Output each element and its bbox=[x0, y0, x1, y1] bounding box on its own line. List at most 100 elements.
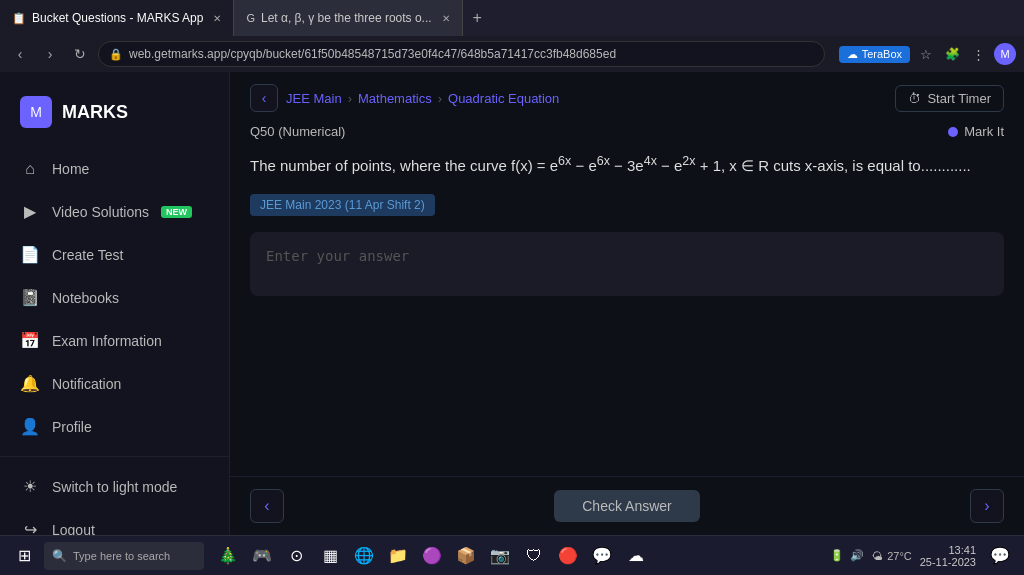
footer-next-button[interactable]: › bbox=[970, 489, 1004, 523]
taskbar-icon-7[interactable]: 📦 bbox=[450, 540, 482, 572]
user-avatar[interactable]: M bbox=[994, 43, 1016, 65]
check-answer-label: Check Answer bbox=[582, 498, 671, 514]
breadcrumb-mathematics[interactable]: Mathematics bbox=[358, 91, 432, 106]
content-header: ‹ JEE Main › Mathematics › Quadratic Equ… bbox=[230, 72, 1024, 124]
app-body: M MARKS ⌂ Home ▶ Video Solutions NEW 📄 C… bbox=[0, 72, 1024, 535]
video-icon: ▶ bbox=[20, 202, 40, 221]
taskbar-icon-10[interactable]: 🔴 bbox=[552, 540, 584, 572]
address-bar[interactable]: 🔒 web.getmarks.app/cpyqb/bucket/61f50b48… bbox=[98, 41, 825, 67]
content-back-button[interactable]: ‹ bbox=[250, 84, 278, 112]
sidebar: M MARKS ⌂ Home ▶ Video Solutions NEW 📄 C… bbox=[0, 72, 230, 535]
url-text: web.getmarks.app/cpyqb/bucket/61f50b4854… bbox=[129, 47, 616, 61]
tab-bar: 📋 Bucket Questions - MARKS App ✕ G Let α… bbox=[0, 0, 1024, 36]
taskbar-time: 13:41 25-11-2023 bbox=[920, 544, 976, 568]
sidebar-item-video-solutions[interactable]: ▶ Video Solutions NEW bbox=[0, 190, 229, 233]
taskbar-icon-6[interactable]: 🟣 bbox=[416, 540, 448, 572]
extensions-icon[interactable]: 🧩 bbox=[942, 44, 962, 64]
date-display: 25-11-2023 bbox=[920, 556, 976, 568]
sidebar-item-notification[interactable]: 🔔 Notification bbox=[0, 362, 229, 405]
more-icon[interactable]: ⋮ bbox=[968, 44, 988, 64]
sidebar-bottom: ☀ Switch to light mode ↪ Logout bbox=[0, 448, 229, 535]
sidebar-item-exam-label: Exam Information bbox=[52, 333, 162, 349]
profile-icon: 👤 bbox=[20, 417, 40, 436]
breadcrumb-jee-main[interactable]: JEE Main bbox=[286, 91, 342, 106]
taskbar: ⊞ 🔍 Type here to search 🎄 🎮 ⊙ ▦ 🌐 📁 🟣 📦 … bbox=[0, 535, 1024, 575]
lock-icon: 🔒 bbox=[109, 48, 123, 61]
sidebar-item-video-label: Video Solutions bbox=[52, 204, 149, 220]
tab-bucket-questions[interactable]: 📋 Bucket Questions - MARKS App ✕ bbox=[0, 0, 234, 36]
sidebar-item-home-label: Home bbox=[52, 161, 89, 177]
bookmark-icon[interactable]: ☆ bbox=[916, 44, 936, 64]
tab-close-2[interactable]: ✕ bbox=[442, 13, 450, 24]
taskbar-battery-icon: 🔋 bbox=[830, 549, 844, 562]
question-header: Q50 (Numerical) Mark It bbox=[250, 124, 1004, 139]
taskbar-search-bar[interactable]: 🔍 Type here to search bbox=[44, 542, 204, 570]
exam-icon: 📅 bbox=[20, 331, 40, 350]
taskbar-icon-9[interactable]: 🛡 bbox=[518, 540, 550, 572]
logo-icon: M bbox=[20, 96, 52, 128]
taskbar-sys-icons: 🔋 🔊 bbox=[830, 549, 864, 562]
back-button[interactable]: ‹ bbox=[8, 42, 32, 66]
time-display: 13:41 bbox=[920, 544, 976, 556]
taskbar-icon-8[interactable]: 📷 bbox=[484, 540, 516, 572]
tab-close-1[interactable]: ✕ bbox=[213, 13, 221, 24]
windows-start-icon[interactable]: ⊞ bbox=[8, 540, 40, 572]
tab-let-alpha[interactable]: G Let α, β, γ be the three roots o... ✕ bbox=[234, 0, 462, 36]
notification-icon: 🔔 bbox=[20, 374, 40, 393]
notification-center-icon[interactable]: 💬 bbox=[984, 540, 1016, 572]
taskbar-edge-icon[interactable]: 🌐 bbox=[348, 540, 380, 572]
check-answer-button[interactable]: Check Answer bbox=[554, 490, 699, 522]
footer-back-button[interactable]: ‹ bbox=[250, 489, 284, 523]
sidebar-item-profile[interactable]: 👤 Profile bbox=[0, 405, 229, 448]
sidebar-item-profile-label: Profile bbox=[52, 419, 92, 435]
sidebar-item-logout[interactable]: ↪ Logout bbox=[0, 508, 229, 535]
new-tab-button[interactable]: + bbox=[463, 0, 492, 36]
taskbar-right: 🔋 🔊 🌤 27°C 13:41 25-11-2023 💬 bbox=[830, 540, 1016, 572]
reload-button[interactable]: ↻ bbox=[68, 42, 92, 66]
taskbar-icon-3[interactable]: ⊙ bbox=[280, 540, 312, 572]
taskbar-weather: 🌤 27°C bbox=[872, 550, 912, 562]
taskbar-icon-5[interactable]: 📁 bbox=[382, 540, 414, 572]
main-content: ‹ JEE Main › Mathematics › Quadratic Equ… bbox=[230, 72, 1024, 535]
notebooks-icon: 📓 bbox=[20, 288, 40, 307]
logout-icon: ↪ bbox=[20, 520, 40, 535]
sidebar-item-home[interactable]: ⌂ Home bbox=[0, 148, 229, 190]
mark-it-label: Mark It bbox=[964, 124, 1004, 139]
sidebar-item-notebooks[interactable]: 📓 Notebooks bbox=[0, 276, 229, 319]
terabox-button[interactable]: ☁ TeraBox bbox=[839, 46, 910, 63]
forward-button[interactable]: › bbox=[38, 42, 62, 66]
sidebar-switch-label: Switch to light mode bbox=[52, 479, 177, 495]
sidebar-item-create-test[interactable]: 📄 Create Test bbox=[0, 233, 229, 276]
sidebar-item-exam-information[interactable]: 📅 Exam Information bbox=[0, 319, 229, 362]
sidebar-item-create-label: Create Test bbox=[52, 247, 123, 263]
taskbar-icon-4[interactable]: ▦ bbox=[314, 540, 346, 572]
question-tag: JEE Main 2023 (11 Apr Shift 2) bbox=[250, 194, 435, 216]
start-timer-label: Start Timer bbox=[927, 91, 991, 106]
taskbar-icon-1[interactable]: 🎄 bbox=[212, 540, 244, 572]
breadcrumb-quadratic[interactable]: Quadratic Equation bbox=[448, 91, 559, 106]
taskbar-search-text: Type here to search bbox=[73, 550, 170, 562]
logo-text: MARKS bbox=[62, 102, 128, 123]
start-timer-button[interactable]: ⏱ Start Timer bbox=[895, 85, 1004, 112]
nav-bar: ‹ › ↻ 🔒 web.getmarks.app/cpyqb/bucket/61… bbox=[0, 36, 1024, 72]
taskbar-icon-2[interactable]: 🎮 bbox=[246, 540, 278, 572]
sidebar-item-notification-label: Notification bbox=[52, 376, 121, 392]
tab-label-2: Let α, β, γ be the three roots o... bbox=[261, 11, 432, 25]
weather-temp: 27°C bbox=[887, 550, 912, 562]
taskbar-icon-cloud[interactable]: ☁ bbox=[620, 540, 652, 572]
content-body: Q50 (Numerical) Mark It The number of po… bbox=[230, 124, 1024, 476]
new-badge: NEW bbox=[161, 206, 192, 218]
sidebar-item-notebooks-label: Notebooks bbox=[52, 290, 119, 306]
sidebar-nav: ⌂ Home ▶ Video Solutions NEW 📄 Create Te… bbox=[0, 148, 229, 535]
create-test-icon: 📄 bbox=[20, 245, 40, 264]
taskbar-volume-icon: 🔊 bbox=[850, 549, 864, 562]
content-footer: ‹ Check Answer › bbox=[230, 476, 1024, 535]
taskbar-icons: 🎄 🎮 ⊙ ▦ 🌐 📁 🟣 📦 📷 🛡 🔴 💬 ☁ bbox=[212, 540, 652, 572]
mark-it-dot bbox=[948, 127, 958, 137]
answer-input[interactable] bbox=[250, 232, 1004, 296]
breadcrumb: JEE Main › Mathematics › Quadratic Equat… bbox=[286, 91, 887, 106]
sidebar-item-switch-light[interactable]: ☀ Switch to light mode bbox=[0, 465, 229, 508]
mark-it-button[interactable]: Mark It bbox=[948, 124, 1004, 139]
taskbar-icon-11[interactable]: 💬 bbox=[586, 540, 618, 572]
nav-actions: ☁ TeraBox ☆ 🧩 ⋮ M bbox=[839, 43, 1016, 65]
